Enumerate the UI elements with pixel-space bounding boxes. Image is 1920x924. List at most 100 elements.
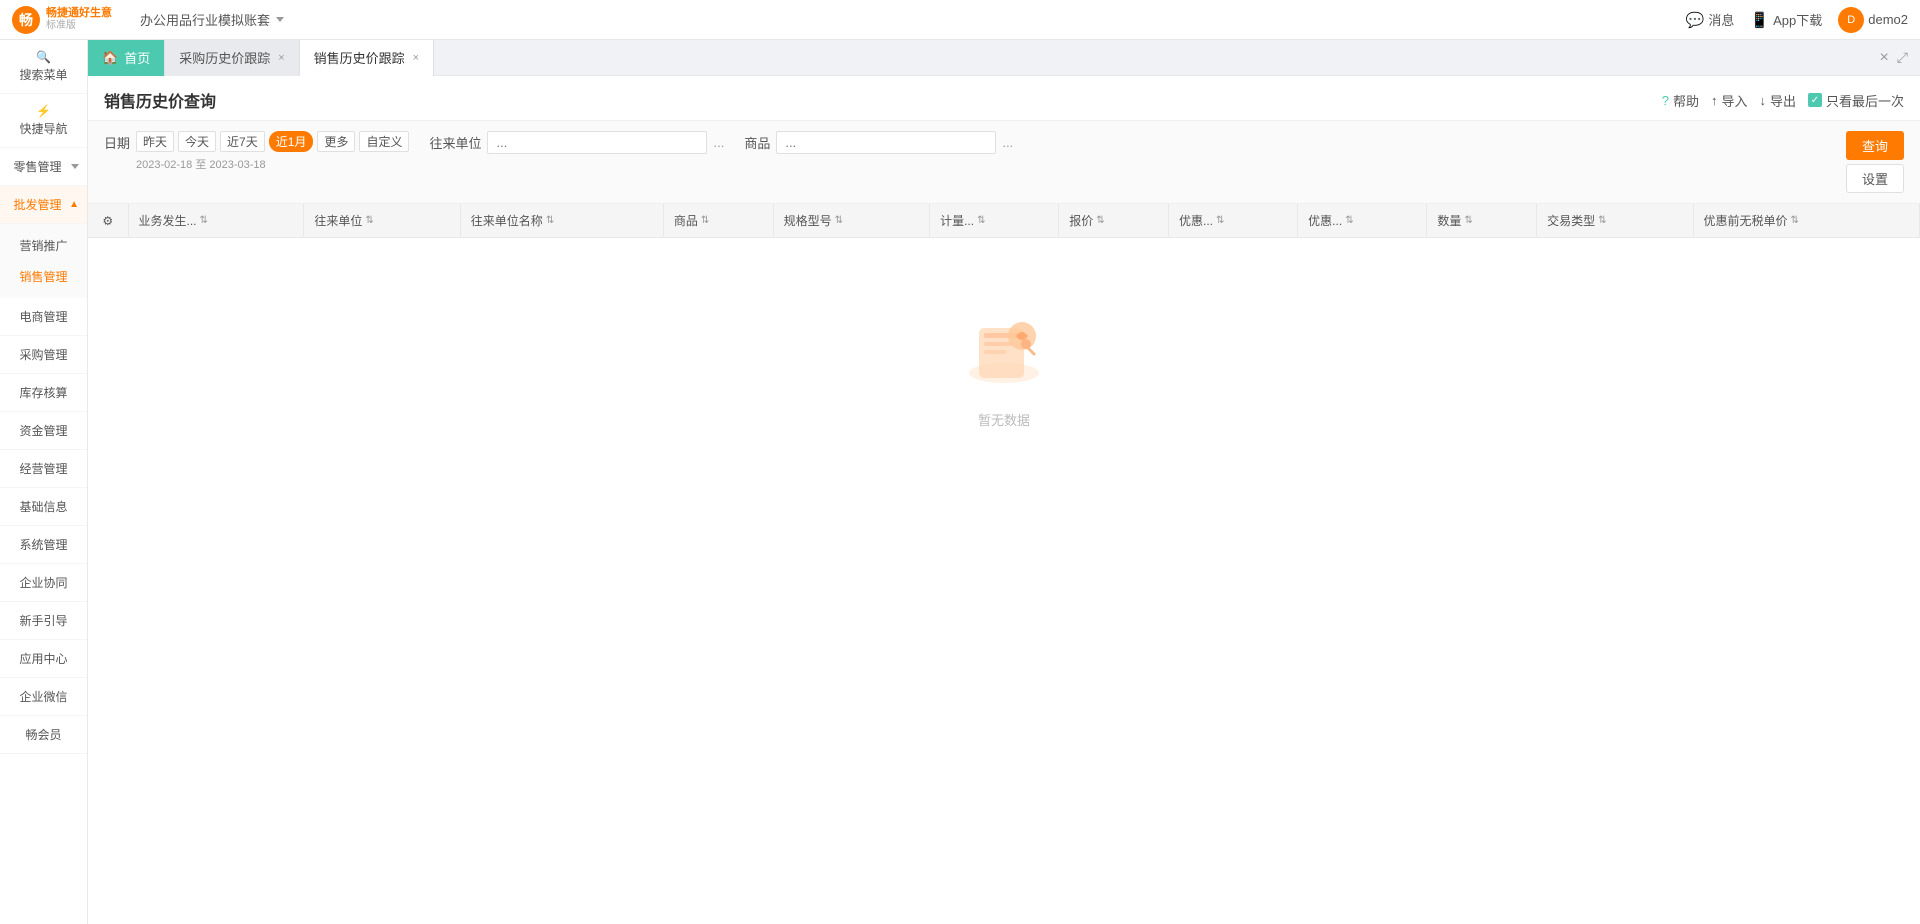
app-icon: 📱 [1750, 11, 1769, 29]
sidebar-item-sales-mgmt[interactable]: 销售管理 [0, 261, 87, 292]
import-btn[interactable]: ↑ 导入 [1711, 91, 1748, 110]
sidebar-item-label: 电商管理 [19, 308, 67, 325]
settings-gear-icon[interactable]: ⚙ [102, 214, 113, 228]
col-counterpart-name: 往来单位名称 ⇅ [460, 204, 663, 238]
counterpart-filter-group: 往来单位 ... [429, 131, 724, 154]
col-pretax-price: 优惠前无税单价 ⇅ [1693, 204, 1919, 238]
top-bar-right: 💬 消息 📱 App下载 D demo2 [1686, 7, 1908, 33]
sidebar-item-retail[interactable]: 零售管理 [0, 148, 87, 186]
sidebar-item-system[interactable]: 系统管理 [0, 526, 87, 564]
sidebar-item-quicknav[interactable]: ⚡ 快捷导航 [0, 94, 87, 148]
empty-state: 暂无数据 [88, 238, 1920, 489]
top-bar-left: 畅 畅捷通好生意 标准版 办公用品行业模拟账套 [12, 6, 284, 34]
help-btn[interactable]: ? 帮助 [1662, 91, 1699, 110]
sort-icon: ⇅ [1791, 215, 1799, 226]
col-quote: 报价 ⇅ [1059, 204, 1169, 238]
only-latest-checkbox[interactable]: ✓ 只看最后一次 [1808, 91, 1904, 110]
sidebar-item-wholesale[interactable]: 批发管理 ▲ [0, 186, 87, 224]
date-btn-yesterday[interactable]: 昨天 [136, 131, 174, 152]
filter-actions: 查询 设置 [1846, 131, 1904, 193]
sort-icon: ⇅ [1464, 215, 1472, 226]
tab-close-sales[interactable]: × [413, 52, 419, 64]
sidebar-item-enterprise[interactable]: 企业协同 [0, 564, 87, 602]
message-btn[interactable]: 💬 消息 [1686, 10, 1735, 29]
settings-button[interactable]: 设置 [1846, 164, 1904, 193]
sort-icon: ⇅ [200, 215, 208, 226]
counterpart-input[interactable] [487, 131, 707, 154]
counterpart-input-group: ... [487, 131, 724, 154]
sort-icon: ⇅ [1598, 215, 1606, 226]
sidebar-item-label: 经营管理 [19, 460, 67, 477]
app-download-label: App下载 [1773, 10, 1822, 29]
home-icon: 🏠 [102, 50, 118, 66]
date-btn-today[interactable]: 今天 [178, 131, 216, 152]
company-dropdown-icon [276, 17, 284, 22]
sidebar-item-label: 企业微信 [19, 688, 67, 705]
sidebar-item-label: 批发管理 [8, 196, 67, 213]
col-quantity: 数量 ⇅ [1427, 204, 1537, 238]
tab-maximize-icon[interactable]: ⤢ [1897, 49, 1908, 66]
sidebar-item-apps[interactable]: 应用中心 [0, 640, 87, 678]
sidebar-item-operation[interactable]: 经营管理 [0, 450, 87, 488]
col-counterpart: 往来单位 ⇅ [304, 204, 460, 238]
export-btn[interactable]: ↓ 导出 [1759, 91, 1796, 110]
tab-close-purchase[interactable]: × [278, 52, 284, 64]
tab-label: 销售历史价跟踪 [314, 48, 405, 67]
sidebar-item-label: 搜索菜单 [19, 66, 67, 83]
sidebar-item-label: 新手引导 [19, 612, 67, 629]
col-product: 商品 ⇅ [663, 204, 773, 238]
date-btn-7days[interactable]: 近7天 [220, 131, 265, 152]
sidebar-item-label: 应用中心 [19, 650, 67, 667]
main-layout: 🔍 搜索菜单 ⚡ 快捷导航 零售管理 批发管理 ▲ 营销推广 销售管理 电商管理 [0, 40, 1920, 924]
product-filter-label: 商品 [744, 131, 770, 152]
checkbox-icon: ✓ [1808, 93, 1822, 107]
quicknav-icon: ⚡ [36, 104, 51, 118]
retail-expand-icon [71, 164, 79, 169]
sidebar-item-member[interactable]: 畅会员 [0, 716, 87, 754]
tab-label: 首页 [124, 48, 150, 67]
col-discount2: 优惠... ⇅ [1298, 204, 1427, 238]
right-panel: 🏠 首页 采购历史价跟踪 × 销售历史价跟踪 × × ⤢ 销售历史价查询 [88, 40, 1920, 924]
sort-icon: ⇅ [835, 215, 843, 226]
page-header-actions: ? 帮助 ↑ 导入 ↓ 导出 ✓ 只看最后一次 [1662, 91, 1904, 110]
search-icon: 🔍 [36, 50, 51, 64]
sidebar-item-basic[interactable]: 基础信息 [0, 488, 87, 526]
sort-icon: ⇅ [546, 215, 554, 226]
col-unit: 计量... ⇅ [930, 204, 1059, 238]
export-icon: ↓ [1759, 93, 1766, 108]
user-name: demo2 [1868, 12, 1908, 27]
tab-bar-actions: × ⤢ [1879, 49, 1920, 67]
tab-home[interactable]: 🏠 首页 [88, 40, 165, 76]
logo-text: 畅捷通好生意 标准版 [46, 7, 112, 32]
sidebar-item-label: 基础信息 [19, 498, 67, 515]
product-input[interactable] [776, 131, 996, 154]
sidebar-item-inventory[interactable]: 库存核算 [0, 374, 87, 412]
app-download-btn[interactable]: 📱 App下载 [1750, 10, 1822, 29]
date-btn-custom[interactable]: 自定义 [359, 131, 409, 152]
sidebar-item-finance[interactable]: 资金管理 [0, 412, 87, 450]
date-btn-1month[interactable]: 近1月 [269, 131, 314, 152]
table-header: ⚙ 业务发生... ⇅ 往来单位 [88, 204, 1920, 238]
date-btn-more[interactable]: 更多 [317, 131, 355, 152]
sidebar-item-wechat[interactable]: 企业微信 [0, 678, 87, 716]
user-menu[interactable]: D demo2 [1838, 7, 1908, 33]
tab-close-all-icon[interactable]: × [1879, 49, 1888, 67]
counterpart-dots: ... [713, 135, 724, 150]
tab-sales-history[interactable]: 销售历史价跟踪 × [300, 40, 434, 76]
counterpart-filter-label: 往来单位 [429, 131, 481, 152]
sort-icon: ⇅ [701, 215, 709, 226]
sidebar-item-search[interactable]: 🔍 搜索菜单 [0, 40, 87, 94]
tab-purchase-history[interactable]: 采购历史价跟踪 × [165, 40, 299, 76]
company-selector[interactable]: 办公用品行业模拟账套 [140, 10, 284, 29]
empty-text: 暂无数据 [978, 410, 1030, 429]
sidebar-item-purchase[interactable]: 采购管理 [0, 336, 87, 374]
message-icon: 💬 [1686, 11, 1705, 29]
top-bar: 畅 畅捷通好生意 标准版 办公用品行业模拟账套 💬 消息 📱 App下载 D d… [0, 0, 1920, 40]
sidebar-item-guide[interactable]: 新手引导 [0, 602, 87, 640]
sidebar-item-ecommerce[interactable]: 电商管理 [0, 298, 87, 336]
query-button[interactable]: 查询 [1846, 131, 1904, 160]
sidebar-item-marketing[interactable]: 营销推广 [0, 230, 87, 261]
sidebar-item-label: 资金管理 [19, 422, 67, 439]
col-spec: 规格型号 ⇅ [773, 204, 929, 238]
table-container: ⚙ 业务发生... ⇅ 往来单位 [88, 204, 1920, 924]
